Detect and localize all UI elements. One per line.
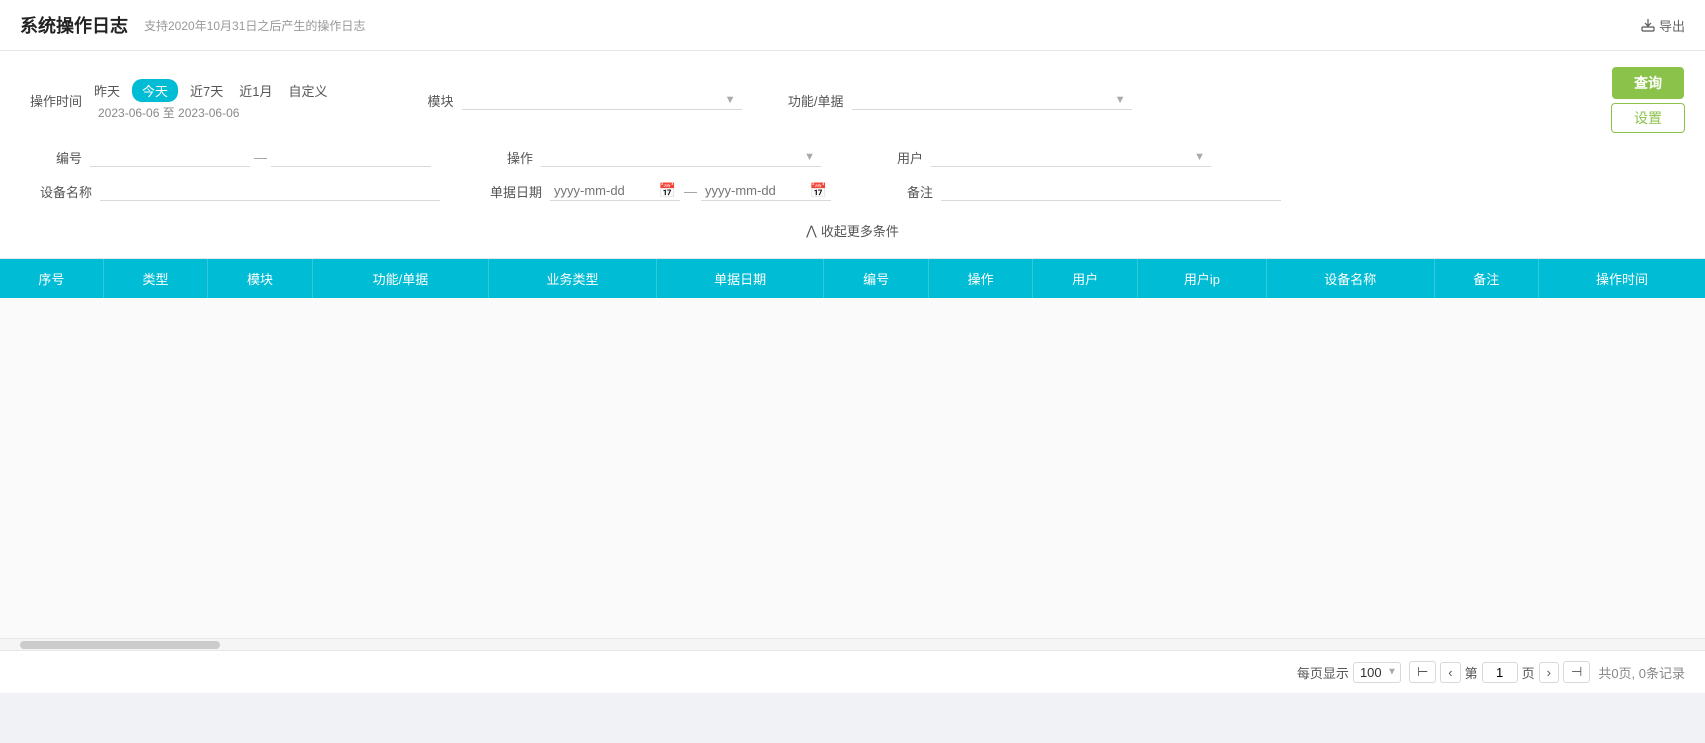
col-type: 类型: [103, 259, 207, 298]
col-function: 功能/单据: [312, 259, 488, 298]
calendar-end-icon[interactable]: 📅: [810, 182, 827, 199]
col-biz-type: 业务类型: [489, 259, 657, 298]
col-op-time: 操作时间: [1539, 259, 1705, 298]
page-header: 系统操作日志 支持2020年10月31日之后产生的操作日志 导出: [0, 0, 1705, 51]
operation-label: 操作: [471, 148, 541, 167]
date-start-wrap[interactable]: 📅: [550, 181, 680, 201]
per-page-label: 每页显示: [1297, 663, 1349, 682]
number-input-end[interactable]: [271, 147, 431, 167]
device-label: 设备名称: [20, 182, 100, 201]
number-input-start[interactable]: [90, 147, 250, 167]
per-page-select[interactable]: 50 100 200 500: [1353, 662, 1401, 683]
empty-data-area: [0, 298, 1705, 638]
user-select-wrap[interactable]: ▼: [931, 147, 1211, 167]
last-page-button[interactable]: ⊣: [1563, 661, 1590, 683]
remark-label: 备注: [871, 182, 941, 201]
filter-area: 操作时间 昨天 今天 近7天 近1月 自定义 2023-06-06 至 2023…: [0, 51, 1705, 259]
date-dash: —: [680, 184, 701, 199]
page-suffix: 页: [1522, 663, 1535, 682]
page-navigation: ⊢ ‹ 第 页 › ⊣: [1409, 661, 1590, 683]
page-number-input[interactable]: [1482, 662, 1518, 683]
collapse-row: ⋀ 收起更多条件: [20, 215, 1685, 250]
data-table: 序号 类型 模块 功能/单据 业务类型 单据日期 编号 操作 用户 用户ip 设…: [0, 259, 1705, 298]
time-range-display: 2023-06-06 至 2023-06-06: [98, 104, 332, 121]
table-section: 序号 类型 模块 功能/单据 业务类型 单据日期 编号 操作 用户 用户ip 设…: [0, 259, 1705, 638]
col-user-ip: 用户ip: [1137, 259, 1266, 298]
col-device: 设备名称: [1266, 259, 1434, 298]
time-today-btn[interactable]: 今天: [132, 79, 178, 102]
module-select[interactable]: [462, 90, 742, 109]
prev-page-button[interactable]: ‹: [1440, 662, 1460, 683]
module-select-wrap[interactable]: ▼: [462, 90, 742, 110]
operation-select-wrap[interactable]: ▼: [541, 147, 821, 167]
function-label: 功能/单据: [782, 91, 852, 110]
per-page-selector: 每页显示 50 100 200 500 ▼: [1297, 662, 1401, 683]
time-7days-btn[interactable]: 近7天: [186, 79, 227, 102]
export-button[interactable]: 导出: [1641, 16, 1685, 35]
device-input[interactable]: [100, 181, 440, 201]
collapse-button[interactable]: ⋀ 收起更多条件: [806, 221, 899, 240]
col-voucher-date: 单据日期: [656, 259, 824, 298]
time-label: 操作时间: [20, 91, 90, 110]
user-select[interactable]: [931, 147, 1211, 166]
date-end-wrap[interactable]: 📅: [701, 181, 831, 201]
table-header: 序号 类型 模块 功能/单据 业务类型 单据日期 编号 操作 用户 用户ip 设…: [0, 259, 1705, 298]
page-subtitle: 支持2020年10月31日之后产生的操作日志: [144, 17, 365, 34]
filter-row-2: 编号 — 操作 ▼ 用户 ▼: [20, 147, 1685, 167]
export-icon: [1641, 18, 1655, 32]
table-header-row: 序号 类型 模块 功能/单据 业务类型 单据日期 编号 操作 用户 用户ip 设…: [0, 259, 1705, 298]
action-buttons: 查询 设置: [1611, 67, 1685, 133]
per-page-wrap[interactable]: 50 100 200 500 ▼: [1353, 662, 1401, 683]
col-number: 编号: [824, 259, 928, 298]
first-page-button[interactable]: ⊢: [1409, 661, 1436, 683]
number-label: 编号: [20, 148, 90, 167]
collapse-label: 收起更多条件: [821, 221, 899, 240]
operation-select[interactable]: [541, 147, 821, 166]
time-filter-col: 昨天 今天 近7天 近1月 自定义 2023-06-06 至 2023-06-0…: [90, 79, 332, 121]
function-select[interactable]: [852, 90, 1132, 109]
collapse-chevron-icon: ⋀: [806, 223, 817, 239]
horizontal-scrollbar[interactable]: [0, 638, 1705, 650]
col-operation: 操作: [928, 259, 1032, 298]
next-page-button[interactable]: ›: [1539, 662, 1559, 683]
time-buttons-row: 昨天 今天 近7天 近1月 自定义: [90, 79, 332, 102]
col-module: 模块: [208, 259, 312, 298]
col-user: 用户: [1033, 259, 1137, 298]
page-label: 第: [1465, 663, 1478, 682]
export-label: 导出: [1659, 16, 1685, 35]
time-custom-btn[interactable]: 自定义: [285, 79, 332, 102]
time-1month-btn[interactable]: 近1月: [235, 79, 276, 102]
query-button[interactable]: 查询: [1612, 67, 1684, 99]
voucher-date-label: 单据日期: [480, 182, 550, 201]
function-select-wrap[interactable]: ▼: [852, 90, 1132, 110]
scrollbar-thumb[interactable]: [20, 641, 220, 649]
settings-button[interactable]: 设置: [1611, 103, 1685, 133]
total-info: 共0页, 0条记录: [1598, 663, 1685, 682]
module-label: 模块: [392, 91, 462, 110]
calendar-start-icon[interactable]: 📅: [659, 182, 676, 199]
page-title: 系统操作日志: [20, 12, 128, 38]
pagination-bar: 每页显示 50 100 200 500 ▼ ⊢ ‹ 第 页 › ⊣ 共0页, 0…: [0, 650, 1705, 693]
remark-input[interactable]: [941, 181, 1281, 201]
col-remark: 备注: [1434, 259, 1538, 298]
filter-row-1: 操作时间 昨天 今天 近7天 近1月 自定义 2023-06-06 至 2023…: [20, 67, 1685, 133]
number-dash: —: [250, 150, 271, 165]
time-yesterday-btn[interactable]: 昨天: [90, 79, 124, 102]
filter-row-3: 设备名称 单据日期 📅 — 📅 备注: [20, 181, 1685, 201]
col-seq: 序号: [0, 259, 103, 298]
user-label: 用户: [861, 148, 931, 167]
